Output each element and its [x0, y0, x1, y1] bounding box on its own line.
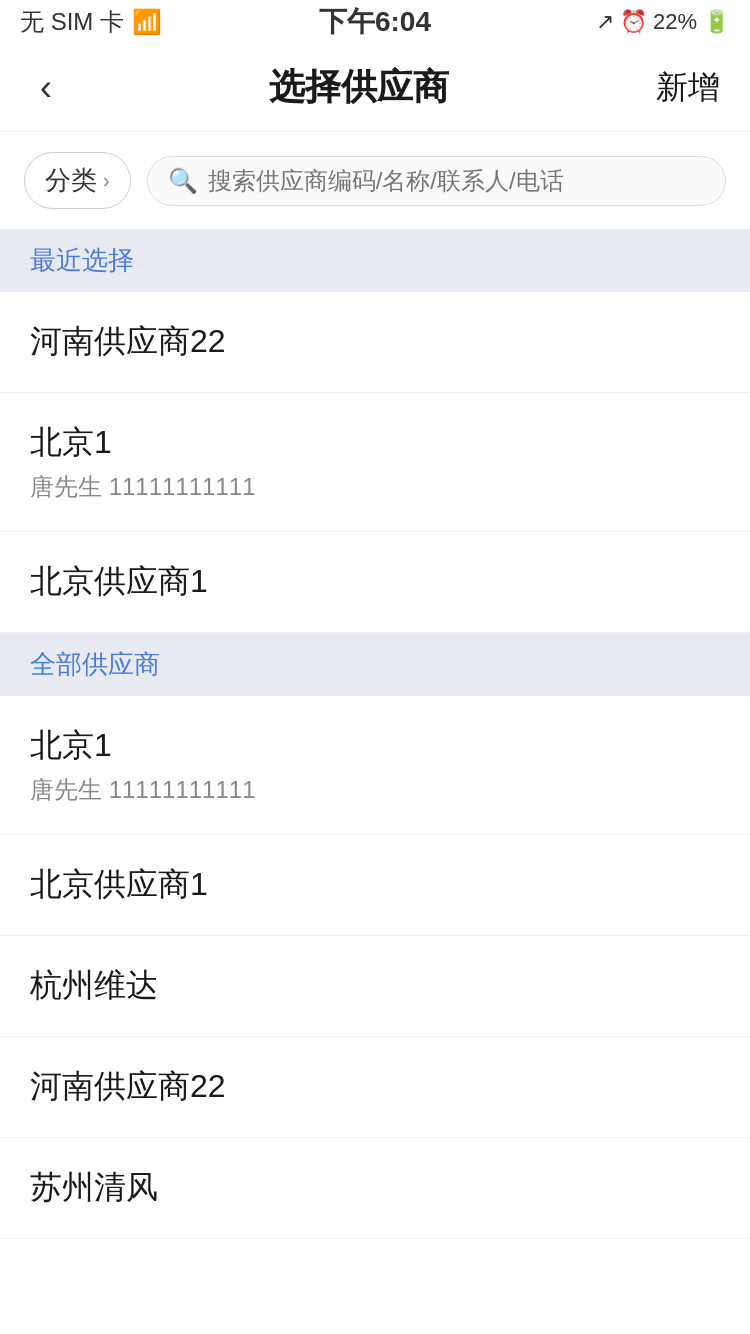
- nav-bar: ‹ 选择供应商 新增: [0, 44, 750, 132]
- battery-icon: 🔋: [703, 9, 730, 35]
- status-right: ↗ ⏰ 22% 🔋: [596, 9, 730, 35]
- list-item[interactable]: 北京供应商1: [0, 835, 750, 936]
- search-input[interactable]: [208, 167, 705, 195]
- item-name: 苏州清风: [30, 1166, 720, 1210]
- search-box: 🔍: [147, 156, 726, 206]
- sections-container: 最近选择河南供应商22 北京1 唐先生 11111111111 北京供应商1 全部供应商…: [0, 229, 750, 1239]
- add-button[interactable]: 新增: [656, 66, 720, 110]
- list-item[interactable]: 北京1 唐先生 11111111111: [0, 393, 750, 532]
- status-time: 下午6:04: [319, 3, 431, 41]
- wifi-icon: 📶: [132, 8, 162, 36]
- item-name: 河南供应商22: [30, 320, 720, 364]
- page-title: 选择供应商: [269, 63, 449, 112]
- list-item[interactable]: 河南供应商22: [0, 1037, 750, 1138]
- back-button[interactable]: ‹: [30, 57, 62, 119]
- item-name: 北京供应商1: [30, 863, 720, 907]
- list-item[interactable]: 杭州维达: [0, 936, 750, 1037]
- status-left: 无 SIM 卡 📶: [20, 6, 162, 38]
- item-sub: 唐先生 11111111111: [30, 471, 720, 503]
- status-bar: 无 SIM 卡 📶 下午6:04 ↗ ⏰ 22% 🔋: [0, 0, 750, 44]
- chevron-right-icon: ›: [103, 169, 110, 192]
- section-header-all: 全部供应商: [0, 633, 750, 696]
- list-item[interactable]: 苏州清风: [0, 1138, 750, 1239]
- sim-label: 无 SIM 卡: [20, 6, 124, 38]
- section-header-recent: 最近选择: [0, 229, 750, 292]
- location-icon: ↗: [596, 9, 614, 35]
- list-item[interactable]: 河南供应商22: [0, 292, 750, 393]
- filter-bar: 分类 › 🔍: [0, 132, 750, 229]
- alarm-icon: ⏰: [620, 9, 647, 35]
- item-name: 北京1: [30, 421, 720, 465]
- category-label: 分类: [45, 163, 97, 198]
- item-name: 北京供应商1: [30, 560, 720, 604]
- item-name: 河南供应商22: [30, 1065, 720, 1109]
- list-item[interactable]: 北京供应商1: [0, 532, 750, 633]
- search-icon: 🔍: [168, 167, 198, 195]
- item-sub: 唐先生 11111111111: [30, 774, 720, 806]
- battery-label: 22%: [653, 9, 697, 35]
- item-name: 杭州维达: [30, 964, 720, 1008]
- category-button[interactable]: 分类 ›: [24, 152, 131, 209]
- item-name: 北京1: [30, 724, 720, 768]
- list-item[interactable]: 北京1 唐先生 11111111111: [0, 696, 750, 835]
